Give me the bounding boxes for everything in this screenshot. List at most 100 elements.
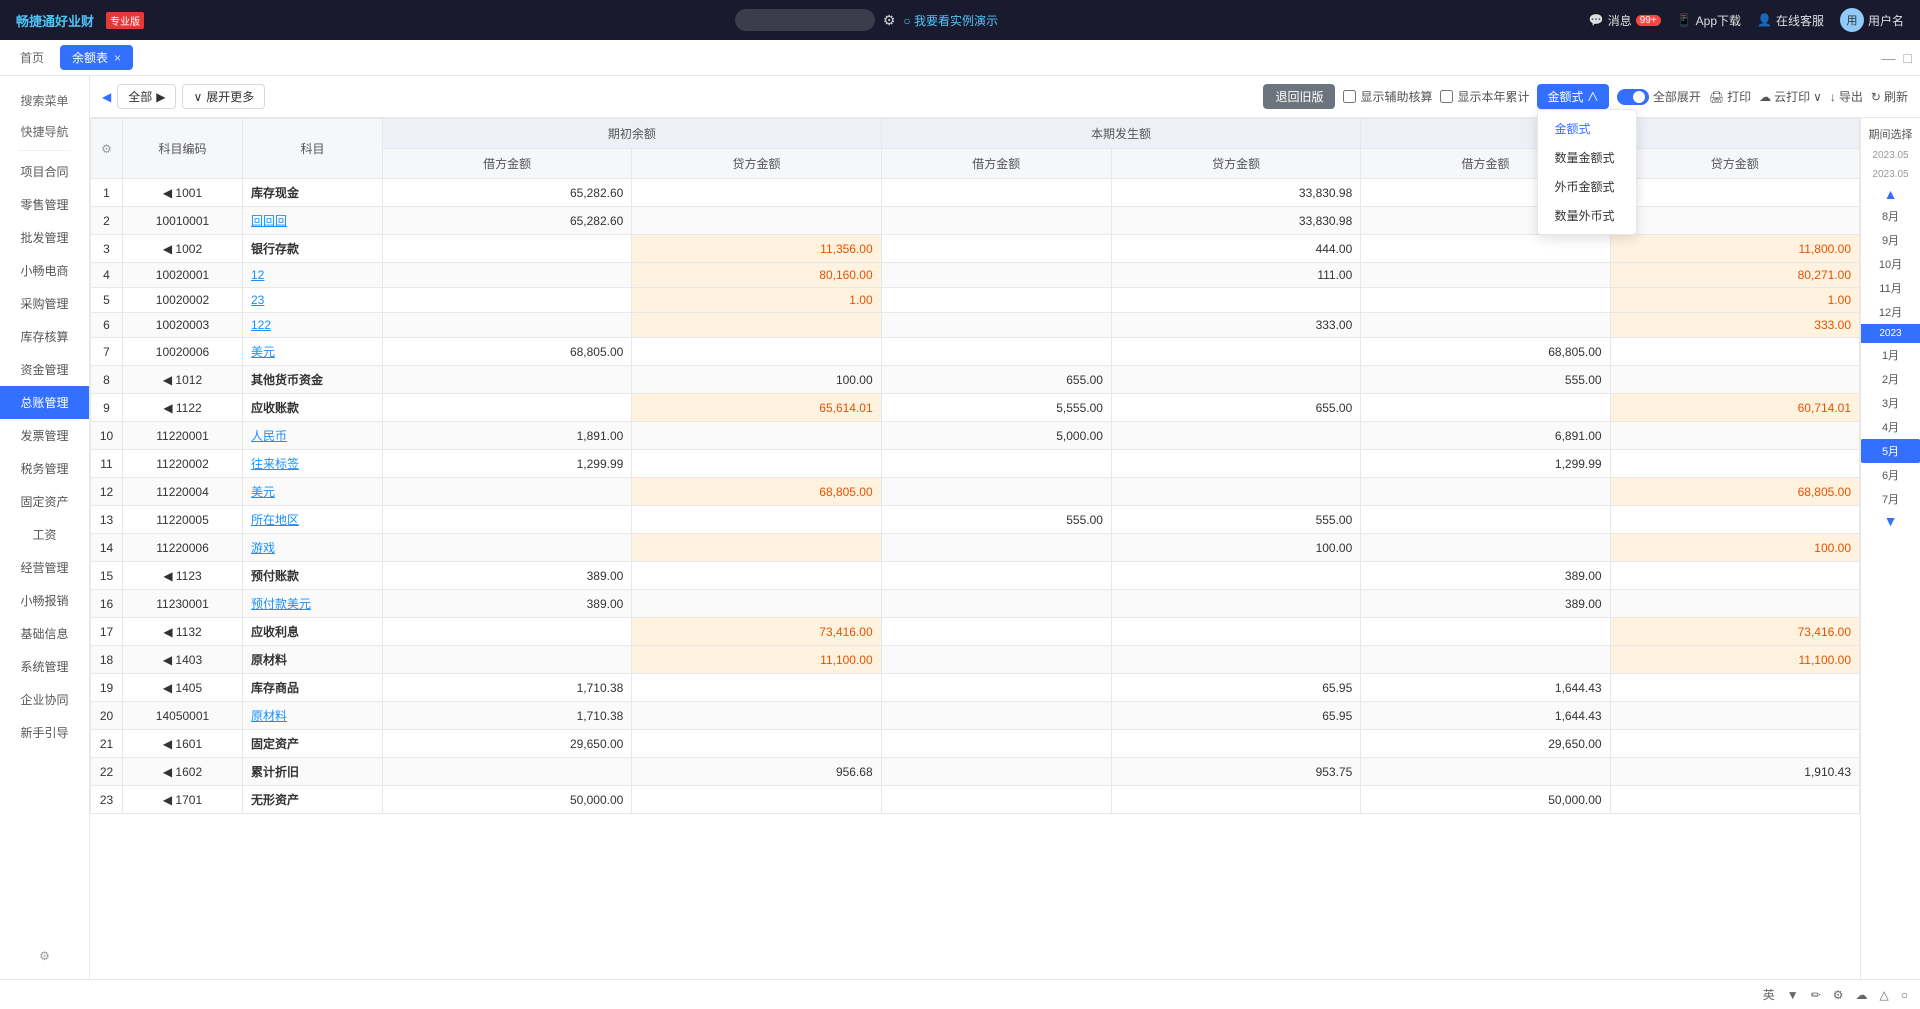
subject-name[interactable]: 12 <box>243 263 383 288</box>
amount-type-option-1[interactable]: 金额式 <box>1538 114 1636 143</box>
debit-curr: 555.00 <box>881 506 1111 534</box>
sidebar-item-retail[interactable]: 零售管理 <box>0 188 89 221</box>
subject-name[interactable]: 原材料 <box>243 702 383 730</box>
sidebar-settings-icon[interactable]: ⚙ <box>39 949 50 963</box>
date-7[interactable]: 7月 <box>1861 487 1920 511</box>
bottom-chevron-icon[interactable]: ▼ <box>1787 988 1799 1002</box>
date-3[interactable]: 3月 <box>1861 391 1920 415</box>
subject-name[interactable]: 预付款美元 <box>243 590 383 618</box>
chevron-left-icon[interactable]: ◀ <box>102 90 111 104</box>
subject-name[interactable]: 往来标签 <box>243 450 383 478</box>
sidebar-item-ecommerce[interactable]: 小畅电商 <box>0 254 89 287</box>
expand-all-toggle[interactable] <box>1617 89 1649 105</box>
amount-type-dropdown[interactable]: 金额式 ∧ 金额式 数量金额式 外币金额式 数量外币式 <box>1537 84 1608 109</box>
date-8[interactable]: 8月 <box>1861 204 1920 228</box>
date-4[interactable]: 4月 <box>1861 415 1920 439</box>
service-item[interactable]: 👤 在线客服 <box>1757 12 1824 29</box>
date-10[interactable]: 10月 <box>1861 252 1920 276</box>
bottom-edit-icon[interactable]: ✏ <box>1811 988 1821 1002</box>
top-search-input[interactable] <box>735 9 875 31</box>
sidebar-item-expense[interactable]: 小畅报销 <box>0 584 89 617</box>
amount-type-btn[interactable]: 金额式 ∧ <box>1537 84 1608 109</box>
print-btn[interactable]: 🖨 打印 <box>1709 88 1751 105</box>
back-old-version-btn[interactable]: 退回旧版 <box>1263 84 1335 109</box>
sidebar-item-project[interactable]: 项目合同 <box>0 155 89 188</box>
download-item[interactable]: 📱 App下载 <box>1677 12 1741 29</box>
service-label: 在线客服 <box>1776 12 1824 29</box>
date-down-icon[interactable]: ▼ <box>1882 511 1900 531</box>
sidebar-item-ledger[interactable]: 总账管理 <box>0 386 89 419</box>
sidebar-item-inventory[interactable]: 库存核算 <box>0 320 89 353</box>
show-aux-checkbox[interactable] <box>1343 90 1356 103</box>
sidebar-item-invoice[interactable]: 发票管理 <box>0 419 89 452</box>
sidebar-item-tax[interactable]: 税务管理 <box>0 452 89 485</box>
show-ytd-checkbox[interactable] <box>1440 90 1453 103</box>
table-right-container: ⚙ 科目编码 科目 期初余额 本期发生额 期末余额 借方金额 贷方金额 借方金额… <box>90 118 1920 979</box>
subject-name[interactable]: 所在地区 <box>243 506 383 534</box>
date-12[interactable]: 12月 <box>1861 300 1920 324</box>
sidebar-item-salary[interactable]: 工资 <box>0 518 89 551</box>
bottom-upload-icon[interactable]: △ <box>1880 988 1889 1002</box>
date-1[interactable]: 1月 <box>1861 343 1920 367</box>
sidebar-item-fund[interactable]: 资金管理 <box>0 353 89 386</box>
subject-name[interactable]: 人民币 <box>243 422 383 450</box>
expand-all-label[interactable]: 全部展开 <box>1617 88 1701 105</box>
debit-open: 1,710.38 <box>383 702 632 730</box>
subject-name[interactable]: 美元 <box>243 338 383 366</box>
amount-type-option-2[interactable]: 数量金额式 <box>1538 143 1636 172</box>
credit-curr: 444.00 <box>1111 235 1360 263</box>
subject-name[interactable]: 122 <box>243 313 383 338</box>
row-num: 9 <box>91 394 123 422</box>
amount-type-option-4[interactable]: 数量外币式 <box>1538 201 1636 230</box>
bottom-cloud-icon[interactable]: ☁ <box>1856 988 1868 1002</box>
expand-more-btn[interactable]: ∨ 展开更多 <box>182 84 265 109</box>
tab-balance-sheet[interactable]: 余额表 × <box>60 45 133 70</box>
user-item[interactable]: 用 用户名 <box>1840 8 1904 32</box>
cloud-print-btn[interactable]: ☁ 云打印 ∨ <box>1759 88 1822 105</box>
refresh-btn[interactable]: ↻ 刷新 <box>1871 88 1908 105</box>
sidebar-item-collab[interactable]: 企业协同 <box>0 683 89 716</box>
tab-maximize-icon[interactable]: □ <box>1904 50 1912 66</box>
date-11[interactable]: 11月 <box>1861 276 1920 300</box>
credit-close <box>1610 207 1859 235</box>
debit-curr <box>881 179 1111 207</box>
sidebar-search[interactable]: 搜索菜单 <box>0 84 89 117</box>
bottom-lang-icon[interactable]: 英 <box>1763 986 1775 1003</box>
tab-minimize-icon[interactable]: — <box>1882 50 1896 66</box>
sidebar-item-purchase[interactable]: 采购管理 <box>0 287 89 320</box>
sidebar-item-asset[interactable]: 固定资产 <box>0 485 89 518</box>
table-settings-icon[interactable]: ⚙ <box>101 142 112 156</box>
demo-link[interactable]: ○ 我要看实例演示 <box>903 12 998 29</box>
sidebar-item-guide[interactable]: 新手引导 <box>0 716 89 749</box>
bottom-circle-icon[interactable]: ○ <box>1901 988 1908 1002</box>
date-2[interactable]: 2月 <box>1861 367 1920 391</box>
bottom-settings-icon[interactable]: ⚙ <box>1833 988 1844 1002</box>
subject-name[interactable]: 回回回 <box>243 207 383 235</box>
sidebar-item-system[interactable]: 系统管理 <box>0 650 89 683</box>
date-9[interactable]: 9月 <box>1861 228 1920 252</box>
subject-code: 11220004 <box>123 478 243 506</box>
export-btn[interactable]: ↓ 导出 <box>1830 88 1863 105</box>
credit-open <box>632 674 881 702</box>
subject-name[interactable]: 美元 <box>243 478 383 506</box>
breadcrumb-all-btn[interactable]: 全部 ▶ <box>117 84 176 109</box>
date-6[interactable]: 6月 <box>1861 463 1920 487</box>
subject-name[interactable]: 23 <box>243 288 383 313</box>
show-ytd-label[interactable]: 显示本年累计 <box>1440 88 1529 105</box>
debit-curr <box>881 263 1111 288</box>
show-aux-label[interactable]: 显示辅助核算 <box>1343 88 1432 105</box>
sidebar-item-basic[interactable]: 基础信息 <box>0 617 89 650</box>
date-up-icon[interactable]: ▲ <box>1882 184 1900 204</box>
sidebar-item-wholesale[interactable]: 批发管理 <box>0 221 89 254</box>
tab-home[interactable]: 首页 <box>8 45 56 70</box>
amount-type-option-3[interactable]: 外币金额式 <box>1538 172 1636 201</box>
settings-icon[interactable]: ⚙ <box>883 12 896 29</box>
subject-code: ◀ 1123 <box>123 562 243 590</box>
subject-name[interactable]: 游戏 <box>243 534 383 562</box>
sidebar-quick-nav[interactable]: 快捷导航 <box>0 117 89 146</box>
message-item[interactable]: 💬 消息 99+ <box>1589 12 1661 29</box>
date-5[interactable]: 5月 <box>1861 439 1920 463</box>
tab-close-icon[interactable]: × <box>114 51 121 65</box>
th-settings[interactable]: ⚙ <box>91 119 123 179</box>
sidebar-item-operations[interactable]: 经营管理 <box>0 551 89 584</box>
